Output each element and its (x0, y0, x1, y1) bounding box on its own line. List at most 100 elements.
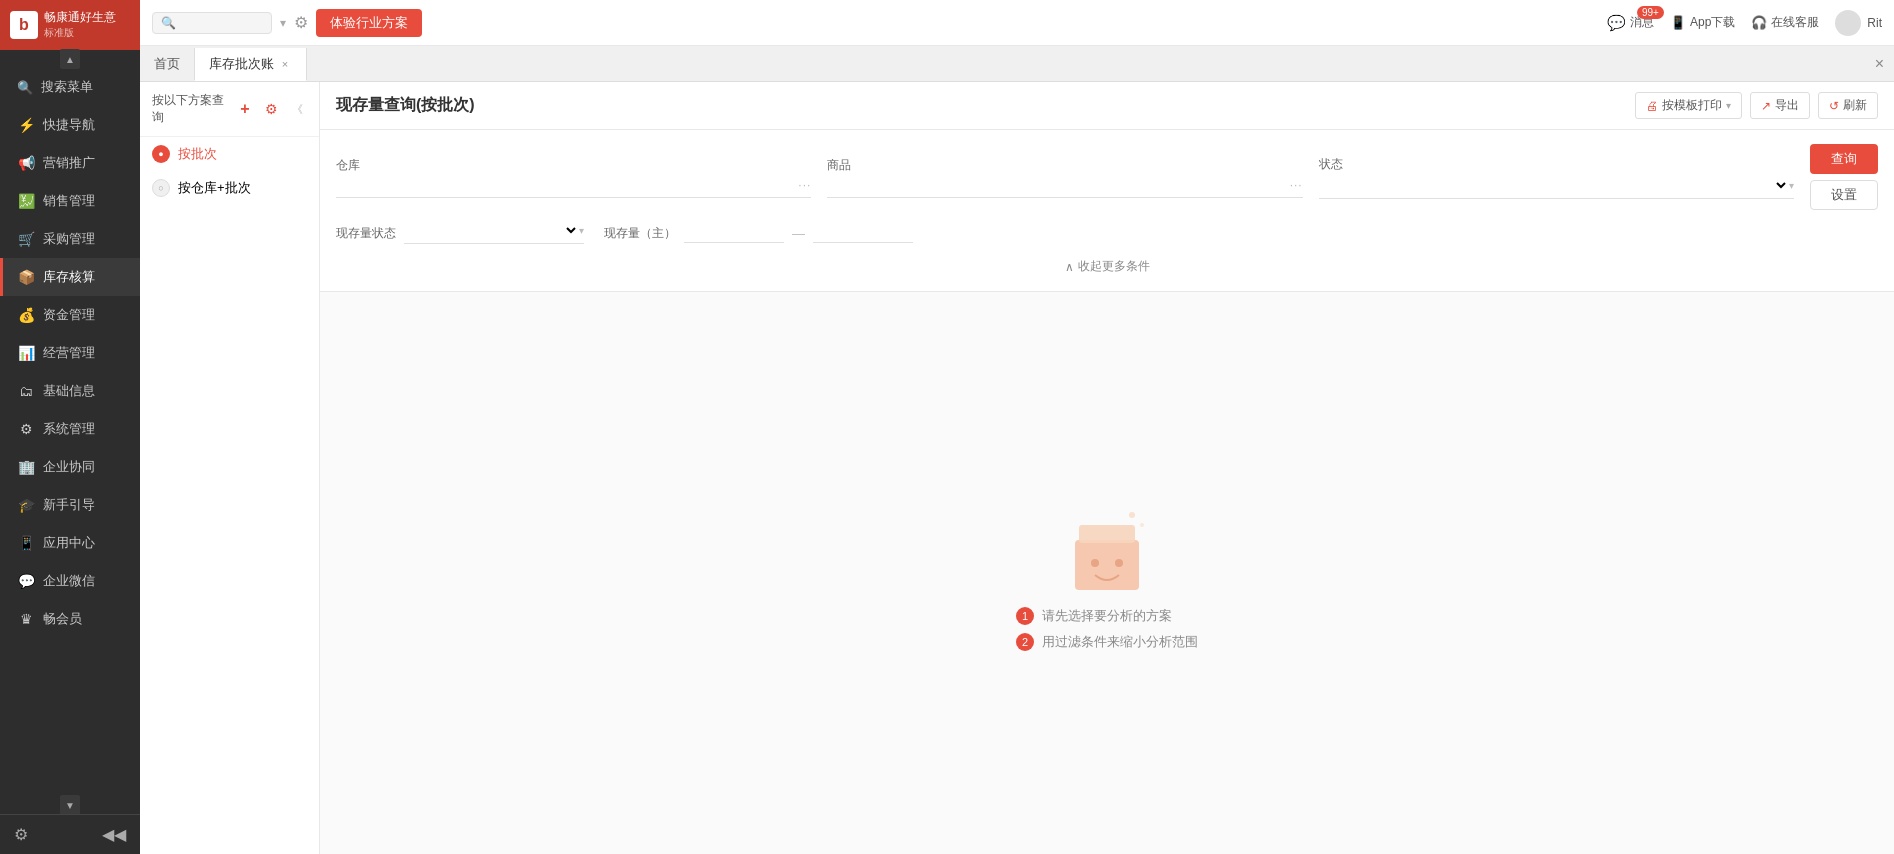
app-download-btn[interactable]: 📱 App下载 (1670, 14, 1735, 31)
sidebar-item-newbie[interactable]: 🎓 新手引导 (0, 486, 140, 524)
scheme-batch-icon: ● (152, 145, 170, 163)
print-icon: 🖨 (1646, 99, 1658, 113)
online-service-label: 在线客服 (1771, 14, 1819, 31)
marketing-icon: 📢 (17, 155, 35, 171)
operations-icon: 📊 (17, 345, 35, 361)
tabbar: 首页 库存批次账 × × (140, 46, 1894, 82)
empty-illustration (1057, 495, 1157, 595)
qty-max-wrap (813, 223, 913, 243)
export-btn[interactable]: ↗ 导出 (1750, 92, 1810, 119)
sidebar-item-basic[interactable]: 🗂 基础信息 (0, 372, 140, 410)
sidebar-scroll-up[interactable]: ▲ (60, 49, 80, 69)
scheme-warehouse-batch-label: 按仓库+批次 (178, 179, 251, 197)
tab-home-label: 首页 (154, 55, 180, 73)
filter-inventory-status: 现存量状态 ▾ (336, 222, 584, 244)
status-select[interactable] (1319, 177, 1789, 194)
topbar-right: 💬 消息 99+ 📱 App下载 🎧 在线客服 Rit (1607, 10, 1882, 36)
system-icon: ⚙ (17, 421, 35, 437)
tab-end-close-btn[interactable]: × (1865, 55, 1894, 73)
scheme-settings-btn[interactable]: ⚙ (261, 99, 281, 119)
sidebar-item-purchase[interactable]: 🛒 采购管理 (0, 220, 140, 258)
page-title: 现存量查询(按批次) (336, 95, 475, 116)
tab-close-btn[interactable]: × (278, 57, 292, 71)
basic-icon: 🗂 (17, 383, 35, 399)
sidebar-item-sales[interactable]: 💹 销售管理 (0, 182, 140, 220)
product-input-wrap: ··· (827, 178, 1302, 198)
inventory-status-select[interactable] (404, 222, 579, 239)
collapse-sidebar-icon[interactable]: ◀◀ (102, 825, 126, 844)
refresh-btn[interactable]: ↺ 刷新 (1818, 92, 1878, 119)
sidebar-footer: ⚙ ◀◀ (0, 814, 140, 854)
export-icon: ↗ (1761, 99, 1771, 113)
sidebar-item-finance[interactable]: 💰 资金管理 (0, 296, 140, 334)
finance-label: 资金管理 (43, 306, 95, 324)
right-panel: 现存量查询(按批次) 🖨 按模板打印 ▾ ↗ 导出 ↺ 刷新 (320, 82, 1894, 854)
product-dots[interactable]: ··· (1290, 178, 1303, 192)
warehouse-dots[interactable]: ··· (798, 178, 811, 192)
sidebar-header: b 畅康通好生意 标准版 (0, 0, 140, 50)
scheme-warehouse-batch[interactable]: ○ 按仓库+批次 (140, 171, 319, 205)
sales-label: 销售管理 (43, 192, 95, 210)
warehouse-input-wrap: ··· (336, 178, 811, 198)
sidebar-item-operations[interactable]: 📊 经营管理 (0, 334, 140, 372)
topbar-dropdown-icon[interactable]: ▾ (280, 16, 286, 30)
sidebar-scroll-down[interactable]: ▼ (60, 795, 80, 815)
operations-label: 经营管理 (43, 344, 95, 362)
left-panel: 按以下方案查询 + ⚙ 《 ● 按批次 (140, 82, 320, 854)
app-logo: b (10, 11, 38, 39)
qty-min-input[interactable] (684, 223, 764, 238)
warehouse-input[interactable] (336, 178, 794, 193)
sidebar-item-vip[interactable]: ♛ 畅会员 (0, 600, 140, 638)
scheme-batch-label: 按批次 (178, 145, 217, 163)
filter-settings-btn[interactable]: 设置 (1810, 180, 1878, 210)
add-scheme-btn[interactable]: + (235, 99, 255, 119)
experience-btn[interactable]: 体验行业方案 (316, 9, 422, 37)
message-btn[interactable]: 💬 消息 99+ (1607, 14, 1654, 32)
tab-inventory-batch[interactable]: 库存批次账 × (195, 48, 307, 81)
app-center-icon: 📱 (17, 535, 35, 551)
tab-home[interactable]: 首页 (140, 48, 195, 80)
filter-row-1: 仓库 ··· 商品 ··· (336, 144, 1878, 210)
company-name: 畅康通好生意 (44, 10, 116, 26)
topbar-search-wrap: 🔍 (152, 12, 272, 34)
sidebar-item-system[interactable]: ⚙ 系统管理 (0, 410, 140, 448)
sidebar-item-wechat[interactable]: 💬 企业微信 (0, 562, 140, 600)
settings-icon[interactable]: ⚙ (14, 825, 28, 844)
sidebar-item-quick-nav[interactable]: ⚡ 快捷导航 (0, 106, 140, 144)
qty-max-input[interactable] (813, 223, 893, 238)
online-service-icon: 🎧 (1751, 15, 1767, 30)
sidebar-item-marketing[interactable]: 📢 营销推广 (0, 144, 140, 182)
print-dropdown-icon: ▾ (1726, 100, 1731, 111)
inventory-status-label: 现存量状态 (336, 225, 396, 242)
sales-icon: 💹 (17, 193, 35, 209)
empty-tip-2: 2 用过滤条件来缩小分析范围 (1016, 633, 1198, 651)
tip2-text: 用过滤条件来缩小分析范围 (1042, 633, 1198, 651)
print-template-btn[interactable]: 🖨 按模板打印 ▾ (1635, 92, 1742, 119)
inventory-label: 库存核算 (43, 268, 95, 286)
inventory-qty-label: 现存量（主） (604, 225, 676, 242)
sidebar-item-enterprise[interactable]: 🏢 企业协同 (0, 448, 140, 486)
user-avatar-btn[interactable]: Rit (1835, 10, 1882, 36)
search-icon: 🔍 (17, 80, 33, 95)
collapse-panel-btn[interactable]: 《 (287, 99, 307, 119)
collapse-row[interactable]: ∧ 收起更多条件 (336, 252, 1878, 285)
topbar-settings-icon[interactable]: ⚙ (294, 13, 308, 32)
left-panel-header: 按以下方案查询 + ⚙ 《 (140, 82, 319, 137)
edition-label: 标准版 (44, 26, 116, 40)
marketing-label: 营销推广 (43, 154, 95, 172)
page-header: 现存量查询(按批次) 🖨 按模板打印 ▾ ↗ 导出 ↺ 刷新 (320, 82, 1894, 130)
empty-tips: 1 请先选择要分析的方案 2 用过滤条件来缩小分析范围 (1016, 607, 1198, 651)
sidebar-item-inventory[interactable]: 📦 库存核算 (0, 258, 140, 296)
vip-icon: ♛ (17, 611, 35, 627)
online-service-btn[interactable]: 🎧 在线客服 (1751, 14, 1819, 31)
sidebar-item-app-center[interactable]: 📱 应用中心 (0, 524, 140, 562)
scheme-warehouse-batch-icon: ○ (152, 179, 170, 197)
product-input[interactable] (827, 178, 1285, 193)
topbar-search-input[interactable] (180, 16, 260, 30)
status-label: 状态 (1319, 156, 1794, 173)
page-wrapper: 按以下方案查询 + ⚙ 《 ● 按批次 (140, 82, 1894, 854)
scheme-batch[interactable]: ● 按批次 (140, 137, 319, 171)
vip-label: 畅会员 (43, 610, 82, 628)
sidebar-item-search[interactable]: 🔍 搜索菜单 (0, 68, 140, 106)
query-btn[interactable]: 查询 (1810, 144, 1878, 174)
